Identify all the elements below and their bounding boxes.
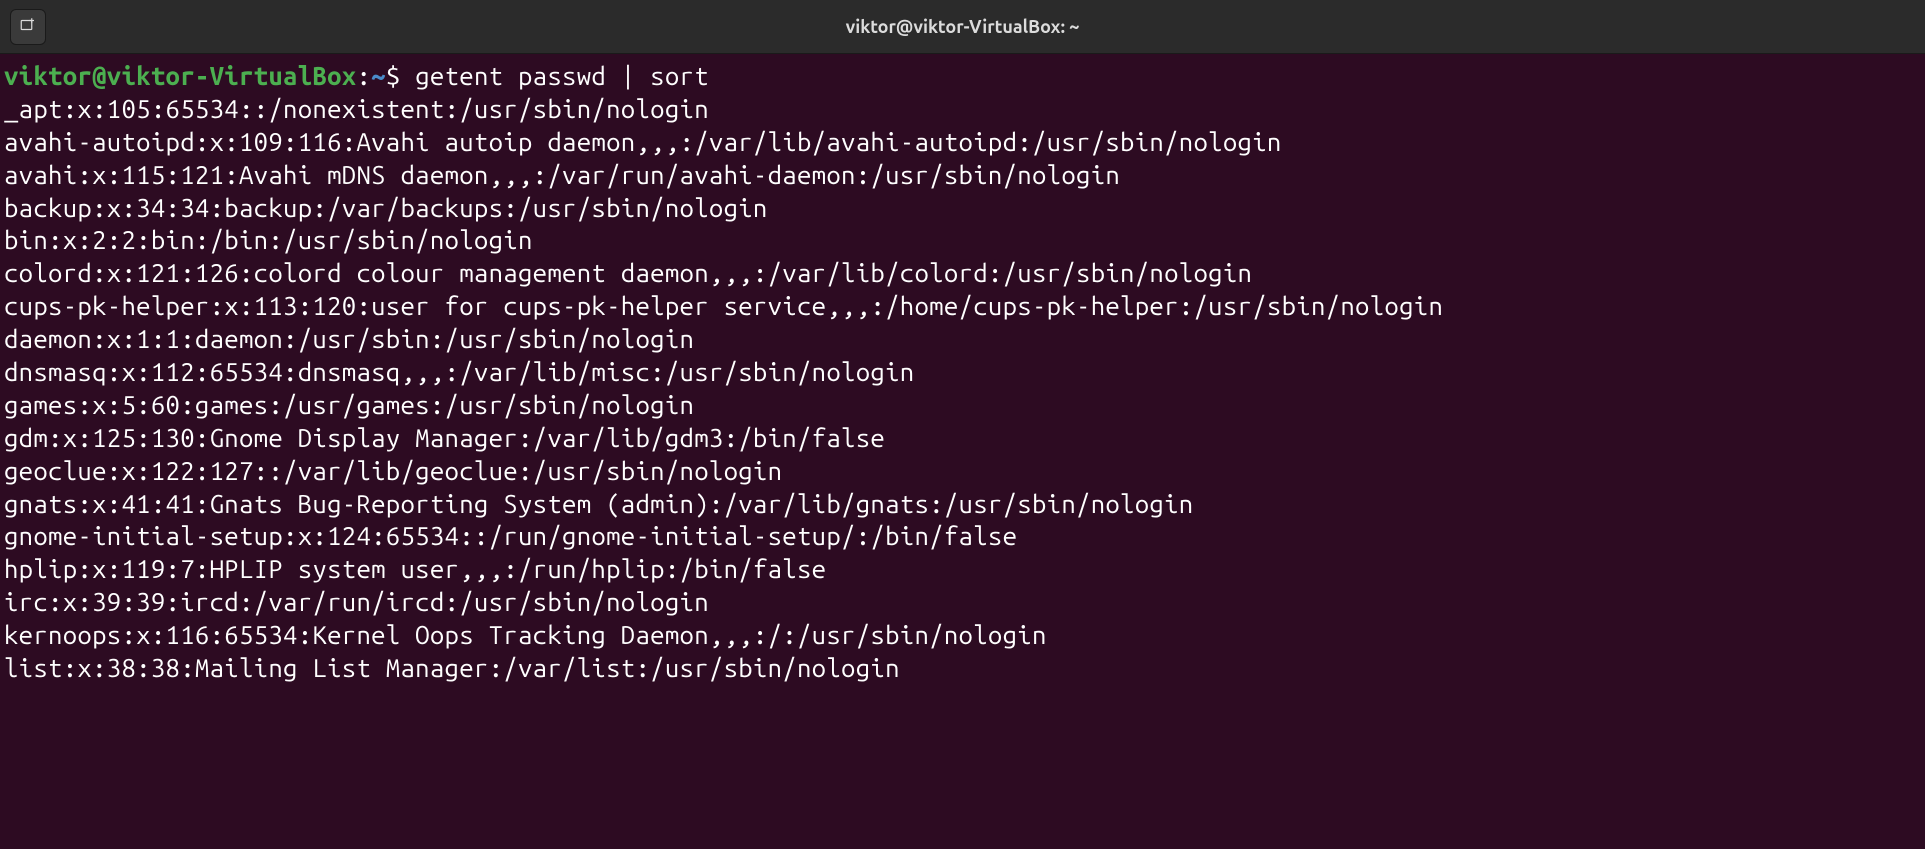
output-line: _apt:x:105:65534::/nonexistent:/usr/sbin… bbox=[4, 93, 1921, 126]
output-line: hplip:x:119:7:HPLIP system user,,,:/run/… bbox=[4, 553, 1921, 586]
output-line: cups-pk-helper:x:113:120:user for cups-p… bbox=[4, 290, 1921, 323]
output-line: gnome-initial-setup:x:124:65534::/run/gn… bbox=[4, 520, 1921, 553]
output-line: kernoops:x:116:65534:Kernel Oops Trackin… bbox=[4, 619, 1921, 652]
output-line: dnsmasq:x:112:65534:dnsmasq,,,:/var/lib/… bbox=[4, 356, 1921, 389]
output-line: colord:x:121:126:colord colour managemen… bbox=[4, 257, 1921, 290]
output-line: list:x:38:38:Mailing List Manager:/var/l… bbox=[4, 652, 1921, 685]
new-tab-icon bbox=[19, 16, 37, 38]
output-line: irc:x:39:39:ircd:/var/run/ircd:/usr/sbin… bbox=[4, 586, 1921, 619]
output-line: backup:x:34:34:backup:/var/backups:/usr/… bbox=[4, 192, 1921, 225]
command-text: getent passwd | sort bbox=[415, 61, 709, 90]
prompt-path: ~ bbox=[371, 61, 386, 90]
output-line: gdm:x:125:130:Gnome Display Manager:/var… bbox=[4, 422, 1921, 455]
command-text bbox=[401, 61, 416, 90]
terminal-area[interactable]: viktor@viktor-VirtualBox:~$ getent passw… bbox=[0, 54, 1925, 691]
prompt-user-host: viktor@viktor-VirtualBox bbox=[4, 61, 356, 90]
output-line: gnats:x:41:41:Gnats Bug-Reporting System… bbox=[4, 488, 1921, 521]
new-tab-button[interactable] bbox=[10, 9, 46, 45]
window-title: viktor@viktor-VirtualBox: ~ bbox=[846, 17, 1080, 37]
output-line: games:x:5:60:games:/usr/games:/usr/sbin/… bbox=[4, 389, 1921, 422]
titlebar: viktor@viktor-VirtualBox: ~ bbox=[0, 0, 1925, 54]
prompt-symbol: $ bbox=[386, 61, 401, 90]
output-line: geoclue:x:122:127::/var/lib/geoclue:/usr… bbox=[4, 455, 1921, 488]
output-line: avahi:x:115:121:Avahi mDNS daemon,,,:/va… bbox=[4, 159, 1921, 192]
output-line: bin:x:2:2:bin:/bin:/usr/sbin/nologin bbox=[4, 224, 1921, 257]
prompt-separator: : bbox=[356, 61, 371, 90]
output-line: avahi-autoipd:x:109:116:Avahi autoip dae… bbox=[4, 126, 1921, 159]
output-line: daemon:x:1:1:daemon:/usr/sbin:/usr/sbin/… bbox=[4, 323, 1921, 356]
